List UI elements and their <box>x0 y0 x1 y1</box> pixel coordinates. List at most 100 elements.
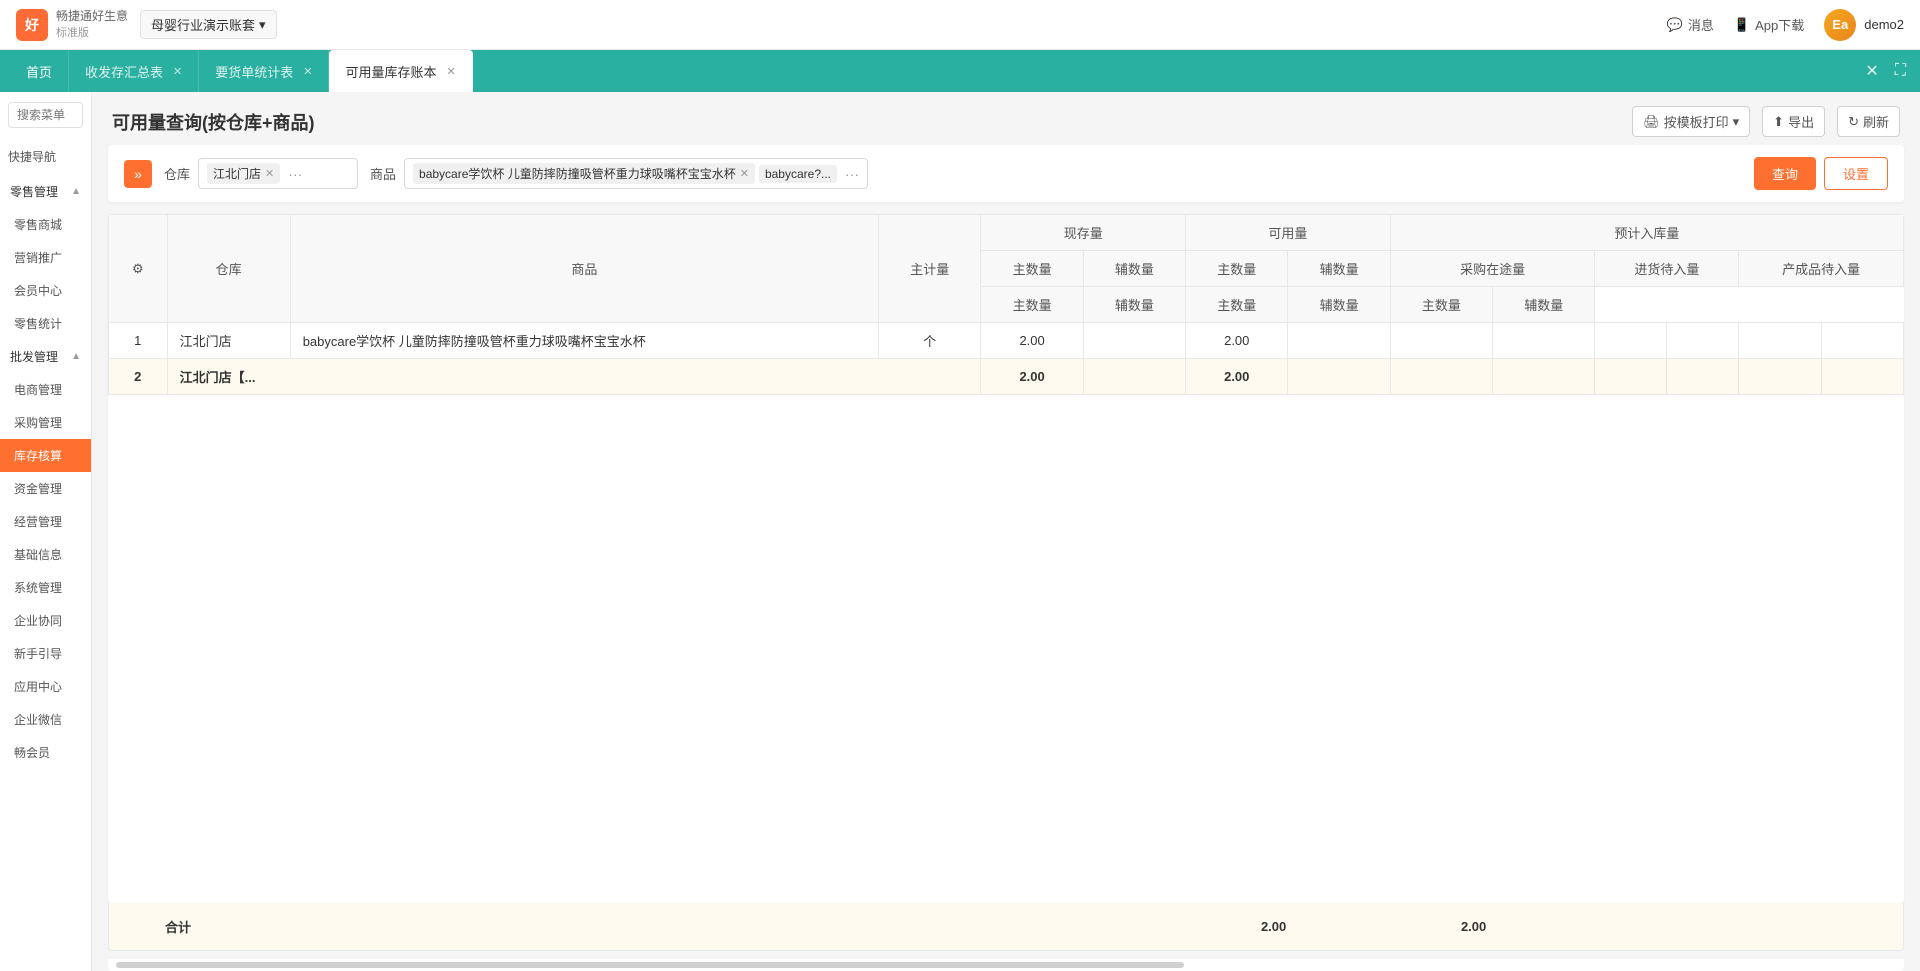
print-label: 按模板打印 <box>1664 112 1729 131</box>
page-header: 可用量查询(按仓库+商品) 🖨 按模板打印 ▾ ⬆ 导出 ↻ 刷新 <box>92 92 1920 145</box>
search-input[interactable] <box>8 102 83 128</box>
sidebar-item-ecommerce[interactable]: 电商管理 <box>0 373 91 406</box>
tab-available-stock-close[interactable]: ✕ <box>447 65 456 78</box>
th-prod-main: 主数量 <box>1390 287 1492 323</box>
gear-icon: ⚙ <box>132 261 144 276</box>
page-title: 可用量查询(按仓库+商品) <box>112 109 315 135</box>
data-table: ⚙ 仓库 商品 主计量 现存量 可用量 预计入库量 主数量 辅数量 主数量 辅数… <box>108 214 1904 395</box>
product-more-icon[interactable]: ··· <box>845 166 859 182</box>
maximize-icon[interactable]: ⛶ <box>1891 58 1910 84</box>
sidebar-section-batch-label: 批发管理 <box>10 348 58 365</box>
query-button[interactable]: 查询 <box>1754 157 1816 190</box>
export-button[interactable]: ⬆ 导出 <box>1762 106 1825 137</box>
sidebar-item-member-center[interactable]: 会员中心 <box>0 274 91 307</box>
org-selector[interactable]: 母婴行业演示账套 ▾ <box>140 10 277 39</box>
sidebar-item-retail-stats[interactable]: 零售统计 <box>0 307 91 340</box>
sidebar-item-new-guide[interactable]: 新手引导 <box>0 637 91 670</box>
total-footer: 合计 2.00 2.00 <box>108 903 1904 951</box>
subtotal-stock-main: 2.00 <box>981 359 1083 395</box>
subtotal-inbound-main <box>1595 359 1667 395</box>
print-icon: 🖨 <box>1643 114 1660 130</box>
subtotal-avail-main: 2.00 <box>1186 359 1288 395</box>
refresh-icon: ↻ <box>1848 114 1859 130</box>
td-inbound-aux <box>1667 323 1739 359</box>
sidebar-item-ops[interactable]: 经营管理 <box>0 505 91 538</box>
tab-recv-pay[interactable]: 收发存汇总表 ✕ <box>69 50 199 92</box>
message-action[interactable]: 💬 消息 <box>1667 15 1714 34</box>
filter-bar: » 仓库 江北门店 ✕ ··· 商品 babycare学饮杯 儿童防摔防撞吸管杯… <box>108 145 1904 202</box>
sidebar-item-app-center[interactable]: 应用中心 <box>0 670 91 703</box>
product-tag-close[interactable]: ✕ <box>740 167 749 180</box>
app-label: App下载 <box>1755 15 1804 34</box>
sidebar-item-stock-check[interactable]: 库存核算 <box>0 439 91 472</box>
tab-order-stat-close[interactable]: ✕ <box>303 65 312 78</box>
sidebar-zero-sales-arrow: ▲ <box>71 186 81 197</box>
sidebar-item-sys-mgmt[interactable]: 系统管理 <box>0 571 91 604</box>
tab-available-stock[interactable]: 可用量库存账本 ✕ <box>329 50 472 92</box>
app-download-action[interactable]: 📱 App下载 <box>1734 15 1804 34</box>
sidebar-item-retail-mall[interactable]: 零售商城 <box>0 208 91 241</box>
subtotal-stock-aux <box>1083 359 1185 395</box>
sidebar-item-quicknav[interactable]: 快捷导航 <box>0 138 91 175</box>
td-pur-transit-aux <box>1493 323 1595 359</box>
double-chevron-right-icon: » <box>134 166 142 182</box>
sidebar-item-member[interactable]: 畅会员 <box>0 736 91 769</box>
th-gear[interactable]: ⚙ <box>109 215 168 323</box>
subtotal-pur-transit-aux <box>1493 359 1595 395</box>
total-rest-spacer <box>1524 911 1903 942</box>
warehouse-more-icon[interactable]: ··· <box>288 166 302 182</box>
sidebar-item-marketing[interactable]: 营销推广 <box>0 241 91 274</box>
user-name: demo2 <box>1864 17 1904 32</box>
th-product: 商品 <box>290 215 878 323</box>
subtotal-prod-aux <box>1821 359 1903 395</box>
product-tag-input[interactable]: babycare学饮杯 儿童防摔防撞吸管杯重力球吸嘴杯宝宝水杯 ✕ babyca… <box>404 158 868 189</box>
subtotal-avail-aux <box>1288 359 1390 395</box>
tab-order-stat-label: 要货单统计表 <box>215 62 293 81</box>
sidebar-item-basic-info[interactable]: 基础信息 <box>0 538 91 571</box>
sidebar: 快捷导航 零售管理 ▲ 零售商城 营销推广 会员中心 零售统计 批发管理 ▲ 电… <box>0 92 92 971</box>
tab-bar-right: ✕ ⛶ <box>1861 57 1910 85</box>
th-stock-aux: 辅数量 <box>1083 251 1185 287</box>
warehouse-tag-close[interactable]: ✕ <box>265 167 274 180</box>
refresh-button[interactable]: ↻ 刷新 <box>1837 106 1900 137</box>
warehouse-filter-field: 仓库 江北门店 ✕ ··· <box>164 158 358 189</box>
th-unit: 主计量 <box>879 215 981 323</box>
filter-expand-button[interactable]: » <box>124 160 152 188</box>
product-filter-label: 商品 <box>370 164 396 183</box>
th-inbound-pending: 进货待入量 <box>1595 251 1739 287</box>
th-pur-transit-main: 主数量 <box>981 287 1083 323</box>
total-row: 合计 2.00 2.00 <box>109 911 1903 942</box>
th-prod-aux: 辅数量 <box>1493 287 1595 323</box>
horizontal-scrollbar[interactable] <box>116 962 1184 968</box>
subtotal-prod-main <box>1739 359 1821 395</box>
td-stock-aux <box>1083 323 1185 359</box>
sidebar-section-batch[interactable]: 批发管理 ▲ <box>0 340 91 373</box>
user-area[interactable]: Ea demo2 <box>1824 9 1904 41</box>
sidebar-item-purchase[interactable]: 采购管理 <box>0 406 91 439</box>
th-purchase-transit: 采购在途量 <box>1390 251 1595 287</box>
logo-text: 畅捷通好生意 <box>56 9 128 25</box>
avatar: Ea <box>1824 9 1856 41</box>
tab-home[interactable]: 首页 <box>10 50 69 92</box>
warehouse-tag-input[interactable]: 江北门店 ✕ ··· <box>198 158 358 189</box>
td-prod-aux <box>1821 323 1903 359</box>
logo-text-area: 畅捷通好生意 标准版 <box>56 9 128 41</box>
settings-button[interactable]: 设置 <box>1824 157 1888 190</box>
page-actions: 🖨 按模板打印 ▾ ⬆ 导出 ↻ 刷新 <box>1632 106 1900 137</box>
close-all-tabs-icon[interactable]: ✕ <box>1861 57 1882 85</box>
export-label: 导出 <box>1788 112 1814 131</box>
td-avail-main: 2.00 <box>1186 323 1288 359</box>
td-unit: 个 <box>879 323 981 359</box>
th-available: 可用量 <box>1186 215 1391 251</box>
sidebar-batch-arrow: ▲ <box>71 351 81 362</box>
tab-recv-pay-close[interactable]: ✕ <box>173 65 182 78</box>
table-row: 1 江北门店 babycare学饮杯 儿童防摔防撞吸管杯重力球吸嘴杯宝宝水杯 个… <box>109 323 1904 359</box>
sidebar-section-zero-sales[interactable]: 零售管理 ▲ <box>0 175 91 208</box>
sidebar-item-wecom[interactable]: 企业微信 <box>0 703 91 736</box>
sidebar-item-finance[interactable]: 资金管理 <box>0 472 91 505</box>
subtotal-inbound-aux <box>1667 359 1739 395</box>
print-template-button[interactable]: 🖨 按模板打印 ▾ <box>1632 106 1750 137</box>
tab-order-stat[interactable]: 要货单统计表 ✕ <box>199 50 329 92</box>
sidebar-item-enterprise-collab[interactable]: 企业协同 <box>0 604 91 637</box>
top-bar: 好 畅捷通好生意 标准版 母婴行业演示账套 ▾ 💬 消息 📱 App下载 Ea … <box>0 0 1920 50</box>
